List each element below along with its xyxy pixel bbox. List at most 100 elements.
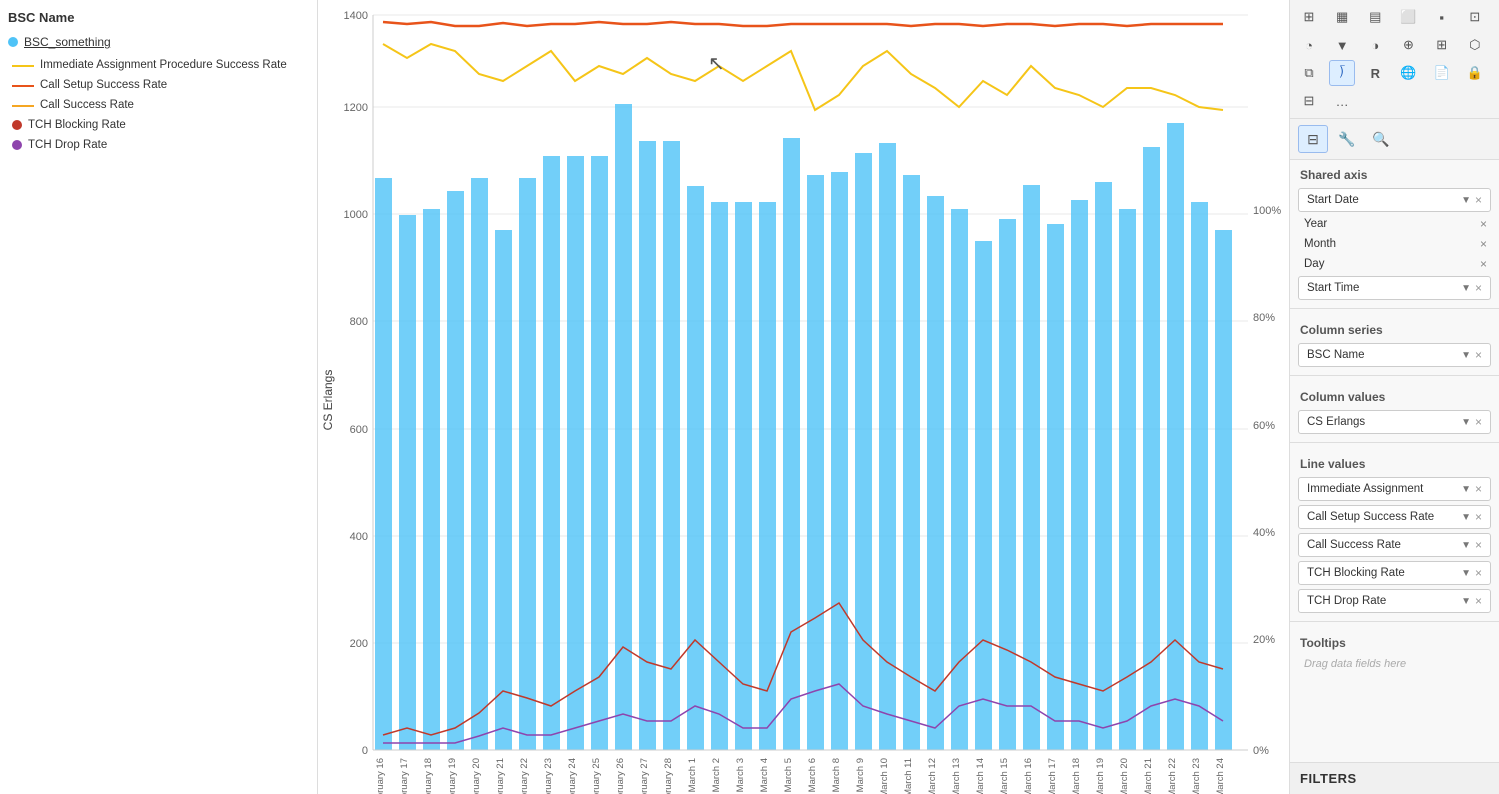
bar-0[interactable] (375, 178, 392, 750)
field-month[interactable]: Month × (1290, 234, 1499, 254)
start-time-arrow: ▼ (1461, 283, 1471, 294)
bar-23[interactable] (927, 196, 944, 750)
bar-25[interactable] (975, 241, 992, 750)
line-imm-assign-dropdown[interactable]: Immediate Assignment ▼ × (1298, 477, 1491, 501)
bar-35[interactable] (1215, 230, 1232, 750)
legend-item-call-success[interactable]: Call Success Rate (8, 97, 309, 113)
icon-bar-btn[interactable]: ▦ (1329, 4, 1355, 30)
bar-2[interactable] (423, 209, 440, 750)
icon-matrix-btn[interactable]: ⊞ (1429, 32, 1455, 58)
icon-lock-btn[interactable]: 🔒 (1462, 60, 1488, 86)
icon-col-btn[interactable]: ▤ (1362, 4, 1388, 30)
bar-16[interactable] (759, 202, 776, 750)
bar-34[interactable] (1191, 202, 1208, 750)
bar-8[interactable] (567, 156, 584, 750)
icon-table-btn[interactable]: ⊞ (1296, 4, 1322, 30)
bar-18[interactable] (807, 175, 824, 750)
x-label-14: 2018 March 2 (711, 758, 722, 794)
bar-26[interactable] (999, 219, 1016, 750)
column-values-dropdown[interactable]: CS Erlangs ▼ × (1298, 410, 1491, 434)
field-day[interactable]: Day × (1290, 254, 1499, 274)
line-tch-drop-x[interactable]: × (1475, 594, 1482, 608)
icon-scatter-btn[interactable]: ⊡ (1462, 4, 1488, 30)
chart-svg: 0 200 400 600 800 1000 1200 1400 0% 20% … (318, 0, 1289, 794)
line-call-success-dropdown[interactable]: Call Success Rate ▼ × (1298, 533, 1491, 557)
bar-5[interactable] (495, 230, 512, 750)
icon-area-btn[interactable]: ▪ (1429, 4, 1455, 30)
bar-4[interactable] (471, 178, 488, 750)
start-time-x[interactable]: × (1475, 281, 1482, 295)
line-call-setup-dropdown[interactable]: Call Setup Success Rate ▼ × (1298, 505, 1491, 529)
column-values-x[interactable]: × (1475, 415, 1482, 429)
field-month-x[interactable]: × (1478, 237, 1489, 251)
icon-gauge-btn[interactable]: ◑ (1362, 32, 1388, 58)
bar-3[interactable] (447, 191, 464, 750)
tab-analytics[interactable]: 🔍 (1366, 125, 1396, 153)
y-right-20: 20% (1253, 634, 1275, 646)
icon-combo-active-btn[interactable]: ⟌ (1329, 60, 1355, 86)
column-series-x[interactable]: × (1475, 348, 1482, 362)
field-year-x[interactable]: × (1478, 217, 1489, 231)
divider-1 (1290, 308, 1499, 309)
icon-doc-btn[interactable]: 📄 (1429, 60, 1455, 86)
x-label-10: 2018 February 26 (615, 758, 626, 794)
tab-format[interactable]: 🔧 (1332, 125, 1362, 153)
line-tch-blocking-x[interactable]: × (1475, 566, 1482, 580)
divider-4 (1290, 621, 1499, 622)
start-date-x[interactable]: × (1475, 193, 1482, 207)
bar-33[interactable] (1167, 123, 1184, 750)
legend-dot-tch-blocking (12, 120, 22, 130)
icon-pie-btn[interactable]: ◔ (1296, 32, 1322, 58)
bar-32[interactable] (1143, 147, 1160, 750)
toolbar-icons-row1: ⊞ ▦ ▤ ⬜ ▪ ⊡ ◔ ▼ ◑ ⊕ ⊞ ⬡ ⧉ ⟌ R 🌐 📄 🔒 ⊟ … (1290, 0, 1499, 119)
line-call-setup-x[interactable]: × (1475, 510, 1482, 524)
bar-20[interactable] (855, 153, 872, 750)
field-day-x[interactable]: × (1478, 257, 1489, 271)
y-label-1000: 1000 (344, 209, 368, 221)
bar-19[interactable] (831, 172, 848, 750)
legend-item-tch-drop[interactable]: TCH Drop Rate (8, 137, 309, 153)
bar-31[interactable] (1119, 209, 1136, 750)
tooltips-placeholder[interactable]: Drag data fields here (1300, 654, 1489, 674)
bar-28[interactable] (1047, 224, 1064, 750)
start-date-dropdown[interactable]: Start Date ▼ × (1298, 188, 1491, 212)
icon-line-btn[interactable]: ⬜ (1395, 4, 1421, 30)
bar-17[interactable] (783, 138, 800, 750)
icon-map-btn[interactable]: ⊕ (1395, 32, 1421, 58)
bar-6[interactable] (519, 178, 536, 750)
x-label-4: 2018 February 20 (471, 758, 482, 794)
bar-29[interactable] (1071, 200, 1088, 750)
x-label-28: 2018 March 17 (1047, 758, 1058, 794)
bar-9[interactable] (591, 156, 608, 750)
line-tch-drop-dropdown[interactable]: TCH Drop Rate ▼ × (1298, 589, 1491, 613)
icon-funnel-btn[interactable]: ▼ (1329, 32, 1355, 58)
bar-21[interactable] (879, 143, 896, 750)
line-call-success-x[interactable]: × (1475, 538, 1482, 552)
icon-filter-btn[interactable]: ⊟ (1296, 88, 1322, 114)
start-time-dropdown[interactable]: Start Time ▼ × (1298, 276, 1491, 300)
legend-item-imm-assign[interactable]: Immediate Assignment Procedure Success R… (8, 57, 309, 73)
x-label-7: 2018 February 23 (543, 758, 554, 794)
x-label-6: 2018 February 22 (519, 758, 530, 794)
icon-more-btn[interactable]: … (1329, 88, 1355, 114)
bar-22[interactable] (903, 175, 920, 750)
line-tch-blocking-dropdown[interactable]: TCH Blocking Rate ▼ × (1298, 561, 1491, 585)
icon-r-btn[interactable]: R (1362, 60, 1388, 86)
bsc-name-item[interactable]: BSC_something (8, 35, 309, 49)
icon-globe-btn[interactable]: 🌐 (1395, 60, 1421, 86)
bar-13[interactable] (687, 186, 704, 750)
tab-fields[interactable]: ⊟ (1298, 125, 1328, 153)
bar-12[interactable] (663, 141, 680, 750)
field-year[interactable]: Year × (1290, 214, 1499, 234)
line-imm-assign-x[interactable]: × (1475, 482, 1482, 496)
icon-kpi-btn[interactable]: ⬡ (1462, 32, 1488, 58)
column-series-dropdown[interactable]: BSC Name ▼ × (1298, 343, 1491, 367)
bar-1[interactable] (399, 215, 416, 750)
bar-30[interactable] (1095, 182, 1112, 750)
icon-slicer-btn[interactable]: ⧉ (1296, 60, 1322, 86)
bar-7[interactable] (543, 156, 560, 750)
filters-section: FILTERS (1290, 762, 1499, 794)
legend-item-call-setup[interactable]: Call Setup Success Rate (8, 77, 309, 93)
bar-15[interactable] (735, 202, 752, 750)
legend-item-tch-blocking[interactable]: TCH Blocking Rate (8, 117, 309, 133)
